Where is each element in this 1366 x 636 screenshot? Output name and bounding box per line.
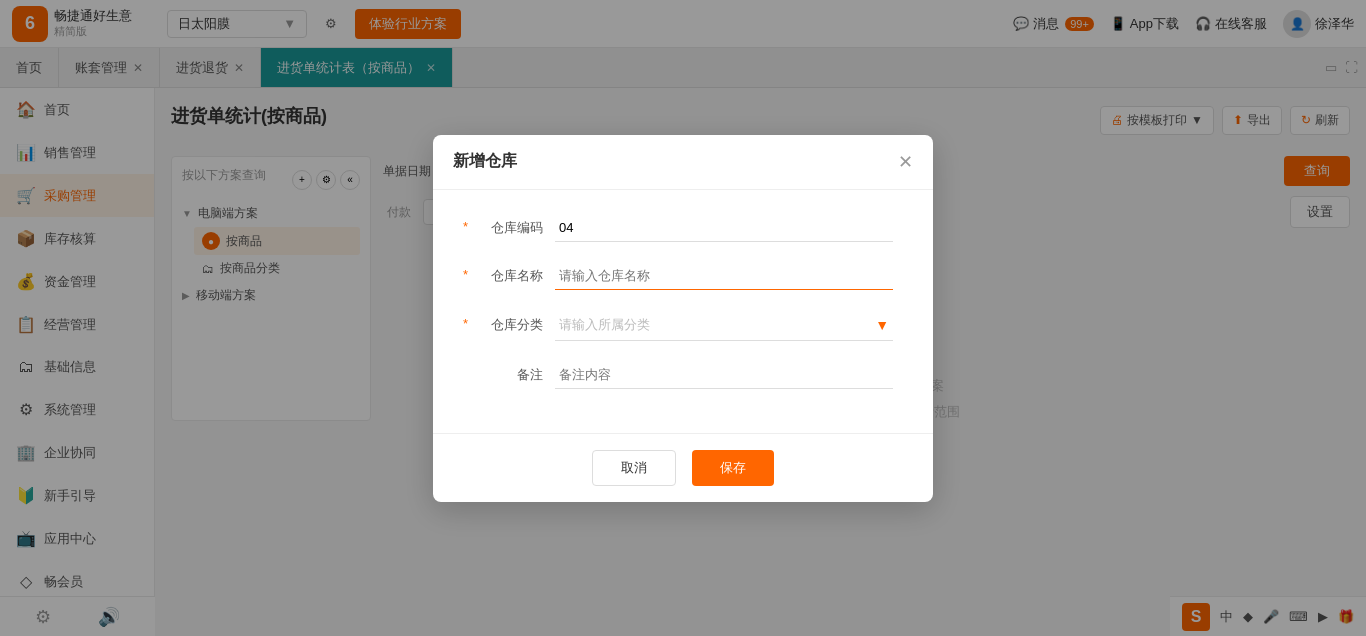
modal-footer: 取消 保存 — [433, 433, 933, 502]
category-arrow-icon: ▼ — [875, 317, 889, 333]
category-select[interactable]: 请输入所属分类 ▼ — [555, 310, 893, 341]
modal-field-category: 仓库分类 请输入所属分类 ▼ — [473, 310, 893, 341]
name-input[interactable] — [555, 262, 893, 290]
modal-header: 新增仓库 ✕ — [433, 135, 933, 190]
modal-overlay[interactable]: 新增仓库 ✕ 仓库编码 仓库名称 仓库分类 请输入所属分类 ▼ — [0, 0, 1366, 636]
code-input[interactable] — [555, 214, 893, 242]
modal: 新增仓库 ✕ 仓库编码 仓库名称 仓库分类 请输入所属分类 ▼ — [433, 135, 933, 502]
remark-label: 备注 — [473, 366, 543, 384]
modal-body: 仓库编码 仓库名称 仓库分类 请输入所属分类 ▼ 备注 — [433, 190, 933, 433]
code-label: 仓库编码 — [473, 219, 543, 237]
modal-field-remark: 备注 — [473, 361, 893, 389]
remark-input[interactable] — [555, 361, 893, 389]
modal-title: 新增仓库 — [453, 151, 517, 172]
cancel-button[interactable]: 取消 — [592, 450, 676, 486]
category-label: 仓库分类 — [473, 316, 543, 334]
modal-field-code: 仓库编码 — [473, 214, 893, 242]
name-label: 仓库名称 — [473, 267, 543, 285]
modal-field-name: 仓库名称 — [473, 262, 893, 290]
modal-close-icon[interactable]: ✕ — [898, 151, 913, 173]
save-button[interactable]: 保存 — [692, 450, 774, 486]
category-placeholder: 请输入所属分类 — [559, 316, 875, 334]
